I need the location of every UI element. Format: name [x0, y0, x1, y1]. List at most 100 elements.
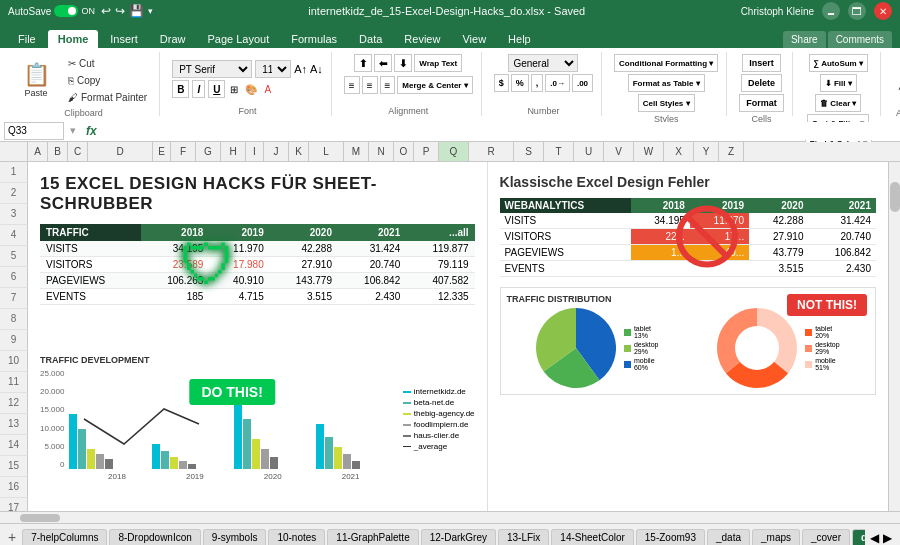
fill-color-icon[interactable]: 🎨	[243, 84, 259, 95]
insert-cells-button[interactable]: Insert	[742, 54, 781, 72]
col-header-k[interactable]: K	[289, 142, 309, 161]
tab-docs[interactable]: docs	[852, 529, 865, 545]
row-12[interactable]: 12	[0, 393, 28, 414]
font-size-select[interactable]: 11	[255, 60, 291, 78]
row-10[interactable]: 10	[0, 351, 28, 372]
tab-view[interactable]: View	[452, 30, 496, 48]
row-8[interactable]: 8	[0, 309, 28, 330]
col-header-n[interactable]: N	[369, 142, 394, 161]
tab-page-layout[interactable]: Page Layout	[197, 30, 279, 48]
row-4[interactable]: 4	[0, 225, 28, 246]
autosum-button[interactable]: ∑ AutoSum ▾	[809, 54, 868, 72]
scrollbar-thumb-v[interactable]	[890, 182, 900, 212]
share-button[interactable]: Share	[783, 31, 826, 48]
conditional-formatting-button[interactable]: Conditional Formatting ▾	[614, 54, 718, 72]
tab-cover[interactable]: _cover	[802, 529, 850, 545]
save-icon[interactable]: 💾	[129, 4, 144, 18]
tab-help[interactable]: Help	[498, 30, 541, 48]
col-header-o[interactable]: O	[394, 142, 414, 161]
font-name-select[interactable]: PT Serif	[172, 60, 252, 78]
col-header-t[interactable]: T	[544, 142, 574, 161]
formula-input[interactable]	[105, 122, 896, 140]
cell-styles-button[interactable]: Cell Styles ▾	[638, 94, 695, 112]
merge-center-button[interactable]: Merge & Center ▾	[397, 76, 472, 94]
row-7[interactable]: 7	[0, 288, 28, 309]
tab-14-sheetcolor[interactable]: 14-SheetColor	[551, 529, 633, 545]
tab-formulas[interactable]: Formulas	[281, 30, 347, 48]
align-bottom-button[interactable]: ⬇	[394, 54, 412, 72]
col-header-a[interactable]: A	[28, 142, 48, 161]
decrease-decimal-button[interactable]: .0→	[545, 74, 570, 92]
align-left-button[interactable]: ≡	[344, 76, 360, 94]
undo-icon[interactable]: ↩	[101, 4, 111, 18]
format-as-table-button[interactable]: Format as Table ▾	[628, 74, 705, 92]
vertical-scrollbar[interactable]	[888, 162, 900, 511]
tab-data[interactable]: _data	[707, 529, 750, 545]
row-3[interactable]: 3	[0, 204, 28, 225]
tab-draw[interactable]: Draw	[150, 30, 196, 48]
minimize-button[interactable]: 🗕	[822, 2, 840, 20]
wrap-text-button[interactable]: Wrap Text	[414, 54, 462, 72]
col-header-s[interactable]: S	[514, 142, 544, 161]
row-17[interactable]: 17	[0, 498, 28, 511]
col-header-l[interactable]: L	[309, 142, 344, 161]
increase-font-icon[interactable]: A↑	[294, 63, 307, 75]
col-header-b[interactable]: B	[48, 142, 68, 161]
add-sheet-button[interactable]: +	[4, 529, 20, 545]
align-top-button[interactable]: ⬆	[354, 54, 372, 72]
autosave-toggle[interactable]: AutoSave ON	[8, 5, 95, 17]
name-box[interactable]	[4, 122, 64, 140]
close-button[interactable]: ✕	[874, 2, 892, 20]
maximize-button[interactable]: 🗖	[848, 2, 866, 20]
col-header-p[interactable]: P	[414, 142, 439, 161]
autosave-switch[interactable]	[54, 5, 78, 17]
redo-icon[interactable]: ↪	[115, 4, 125, 18]
col-header-j[interactable]: J	[264, 142, 289, 161]
col-header-c[interactable]: C	[68, 142, 88, 161]
col-header-i[interactable]: I	[246, 142, 264, 161]
align-center-button[interactable]: ≡	[362, 76, 378, 94]
col-header-r[interactable]: R	[469, 142, 514, 161]
col-header-d[interactable]: D	[88, 142, 153, 161]
sheet-nav-left[interactable]: ◀	[870, 531, 879, 545]
col-header-g[interactable]: G	[196, 142, 221, 161]
col-header-f[interactable]: F	[171, 142, 196, 161]
underline-button[interactable]: U	[208, 80, 225, 98]
italic-button[interactable]: I	[192, 80, 205, 98]
col-header-w[interactable]: W	[634, 142, 664, 161]
col-header-y[interactable]: Y	[694, 142, 719, 161]
bold-button[interactable]: B	[172, 80, 189, 98]
scrollbar-thumb-h[interactable]	[20, 514, 60, 522]
col-header-m[interactable]: M	[344, 142, 369, 161]
tab-9-symbols[interactable]: 9-symbols	[203, 529, 267, 545]
col-header-u[interactable]: U	[574, 142, 604, 161]
decrease-font-icon[interactable]: A↓	[310, 63, 323, 75]
row-6[interactable]: 6	[0, 267, 28, 288]
comma-button[interactable]: ,	[531, 74, 544, 92]
delete-cells-button[interactable]: Delete	[741, 74, 782, 92]
col-header-q[interactable]: Q	[439, 142, 469, 161]
font-color-icon[interactable]: A	[262, 84, 273, 95]
row-2[interactable]: 2	[0, 183, 28, 204]
row-15[interactable]: 15	[0, 456, 28, 477]
col-header-z[interactable]: Z	[719, 142, 744, 161]
align-right-button[interactable]: ≡	[380, 76, 396, 94]
row-16[interactable]: 16	[0, 477, 28, 498]
comments-button[interactable]: Comments	[828, 31, 892, 48]
tab-8-dropdownicon[interactable]: 8-DropdownIcon	[109, 529, 200, 545]
tab-11-graphpalette[interactable]: 11-GraphPalette	[327, 529, 418, 545]
sheet-nav-right[interactable]: ▶	[883, 531, 892, 545]
tab-13-lfix[interactable]: 13-LFix	[498, 529, 549, 545]
copy-button[interactable]: ⎘ Copy	[64, 73, 151, 88]
analyze-data-button[interactable]: 📊 AnalyzeData	[893, 54, 900, 106]
border-icon[interactable]: ⊞	[228, 84, 240, 95]
col-header-x[interactable]: X	[664, 142, 694, 161]
tab-15-zoom93[interactable]: 15-Zoom93	[636, 529, 705, 545]
horizontal-scrollbar[interactable]	[0, 511, 900, 523]
align-middle-button[interactable]: ⬅	[374, 54, 392, 72]
row-1[interactable]: 1	[0, 162, 28, 183]
clear-button[interactable]: 🗑 Clear ▾	[815, 94, 861, 112]
row-9[interactable]: 9	[0, 330, 28, 351]
cut-button[interactable]: ✂ Cut	[64, 56, 151, 71]
number-format-select[interactable]: General	[508, 54, 578, 72]
